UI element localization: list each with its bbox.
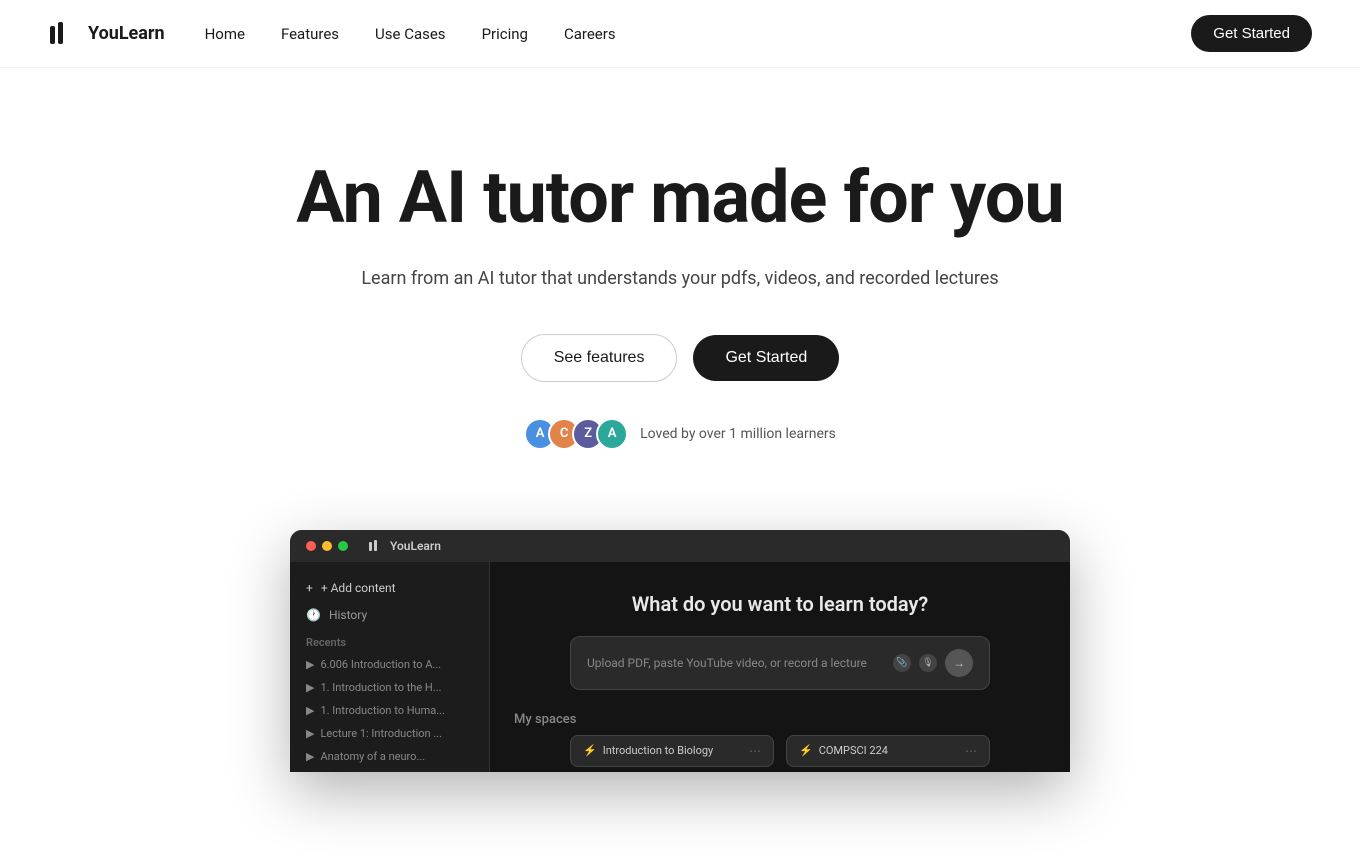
spaces-row: ⚡ Introduction to Biology ⋯ ⚡ COMPSCI 22… [570, 735, 990, 767]
space-icon-0: ⚡ [583, 744, 597, 757]
sidebar-recent-item-2[interactable]: ▶ 1. Introduction to Huma... [290, 699, 489, 722]
fullscreen-dot [338, 541, 348, 551]
hero-title: An AI tutor made for you [296, 158, 1063, 237]
chevron-right-icon-3: ▶ [306, 727, 314, 740]
navbar: YouLearn Home Features Use Cases Pricing… [0, 0, 1360, 68]
nav-get-started-button[interactable]: Get Started [1191, 15, 1312, 52]
hero-get-started-button[interactable]: Get Started [693, 335, 839, 381]
chevron-right-icon-2: ▶ [306, 704, 314, 717]
nav-link-features[interactable]: Features [281, 25, 339, 43]
app-sidebar: + + Add content 🕐 History Recents ▶ 6.00… [290, 562, 490, 772]
recent-item-label-3: Lecture 1: Introduction ... [320, 727, 442, 740]
app-input-area[interactable]: Upload PDF, paste YouTube video, or reco… [570, 636, 990, 690]
nav-item-pricing[interactable]: Pricing [482, 24, 528, 43]
recent-item-label-4: Anatomy of a neuro... [320, 750, 425, 763]
chevron-right-icon-4: ▶ [306, 750, 314, 763]
space-menu-icon-0[interactable]: ⋯ [749, 744, 761, 758]
space-icon-1: ⚡ [799, 744, 813, 757]
app-input-placeholder: Upload PDF, paste YouTube video, or reco… [587, 656, 867, 670]
send-button[interactable]: → [945, 649, 973, 677]
nav-link-use-cases[interactable]: Use Cases [375, 25, 446, 43]
add-content-label: + Add content [321, 581, 396, 595]
social-proof: A C Z A Loved by over 1 million learners [524, 418, 836, 450]
titlebar-logo-text: YouLearn [390, 539, 441, 553]
chevron-right-icon-1: ▶ [306, 681, 314, 694]
avatar-4: A [596, 418, 628, 450]
social-proof-text: Loved by over 1 million learners [640, 426, 836, 442]
send-icon: → [953, 656, 965, 670]
app-window: YouLearn + + Add content 🕐 History Recen… [290, 530, 1070, 772]
avatars-group: A C Z A [524, 418, 628, 450]
titlebar-dots [306, 541, 348, 551]
nav-item-use-cases[interactable]: Use Cases [375, 24, 446, 43]
hero-subtitle: Learn from an AI tutor that understands … [361, 265, 998, 294]
input-controls: 📎 🎙 → [893, 649, 973, 677]
plus-icon: + [306, 581, 313, 595]
app-screenshot-container: YouLearn + + Add content 🕐 History Recen… [0, 530, 1360, 772]
sidebar-recent-item-3[interactable]: ▶ Lecture 1: Introduction ... [290, 722, 489, 745]
history-icon: 🕐 [306, 608, 321, 622]
sidebar-show-more[interactable]: ▶ Show more [290, 768, 489, 772]
space-menu-icon-1[interactable]: ⋯ [965, 744, 977, 758]
nav-item-features[interactable]: Features [281, 24, 339, 43]
hero-buttons: See features Get Started [521, 334, 840, 382]
close-dot [306, 541, 316, 551]
sidebar-add-content-button[interactable]: + + Add content [290, 574, 489, 602]
nav-link-home[interactable]: Home [205, 25, 245, 43]
space-card-1[interactable]: ⚡ COMPSCI 224 ⋯ [786, 735, 990, 767]
recent-item-label-0: 6.006 Introduction to A... [320, 658, 441, 671]
sidebar-recent-item-0[interactable]: ▶ 6.006 Introduction to A... [290, 653, 489, 676]
nav-link-careers[interactable]: Careers [564, 25, 616, 43]
see-features-button[interactable]: See features [521, 334, 678, 382]
sidebar-recent-item-1[interactable]: ▶ 1. Introduction to the H... [290, 676, 489, 699]
space-name-1: COMPSCI 224 [819, 744, 888, 757]
my-spaces-label: My spaces [514, 712, 576, 727]
nav-item-home[interactable]: Home [205, 24, 245, 43]
sidebar-recent-item-4[interactable]: ▶ Anatomy of a neuro... [290, 745, 489, 768]
app-main-title: What do you want to learn today? [632, 592, 929, 616]
space-card-0[interactable]: ⚡ Introduction to Biology ⋯ [570, 735, 774, 767]
app-main: What do you want to learn today? Upload … [490, 562, 1070, 772]
chevron-right-icon: ▶ [306, 658, 314, 671]
titlebar-logo-icon [368, 538, 384, 554]
recents-section-label: Recents [290, 628, 489, 653]
space-name-0: Introduction to Biology [603, 744, 714, 757]
titlebar-logo: YouLearn [368, 538, 441, 554]
logo[interactable]: YouLearn [48, 18, 165, 50]
attachment-icon[interactable]: 📎 [893, 654, 911, 672]
minimize-dot [322, 541, 332, 551]
nav-left: YouLearn Home Features Use Cases Pricing… [48, 18, 616, 50]
history-label: History [329, 608, 367, 622]
nav-links: Home Features Use Cases Pricing Careers [205, 24, 616, 43]
app-titlebar: YouLearn [290, 530, 1070, 562]
nav-link-pricing[interactable]: Pricing [482, 25, 528, 43]
app-body: + + Add content 🕐 History Recents ▶ 6.00… [290, 562, 1070, 772]
hero-section: An AI tutor made for you Learn from an A… [0, 68, 1360, 510]
recent-item-label-2: 1. Introduction to Huma... [320, 704, 444, 717]
nav-item-careers[interactable]: Careers [564, 24, 616, 43]
app-input-icons: 📎 🎙 [893, 654, 937, 672]
logo-text: YouLearn [88, 23, 165, 44]
recent-item-label-1: 1. Introduction to the H... [320, 681, 441, 694]
mic-icon[interactable]: 🎙 [919, 654, 937, 672]
sidebar-item-history[interactable]: 🕐 History [290, 602, 489, 628]
logo-icon [48, 18, 80, 50]
